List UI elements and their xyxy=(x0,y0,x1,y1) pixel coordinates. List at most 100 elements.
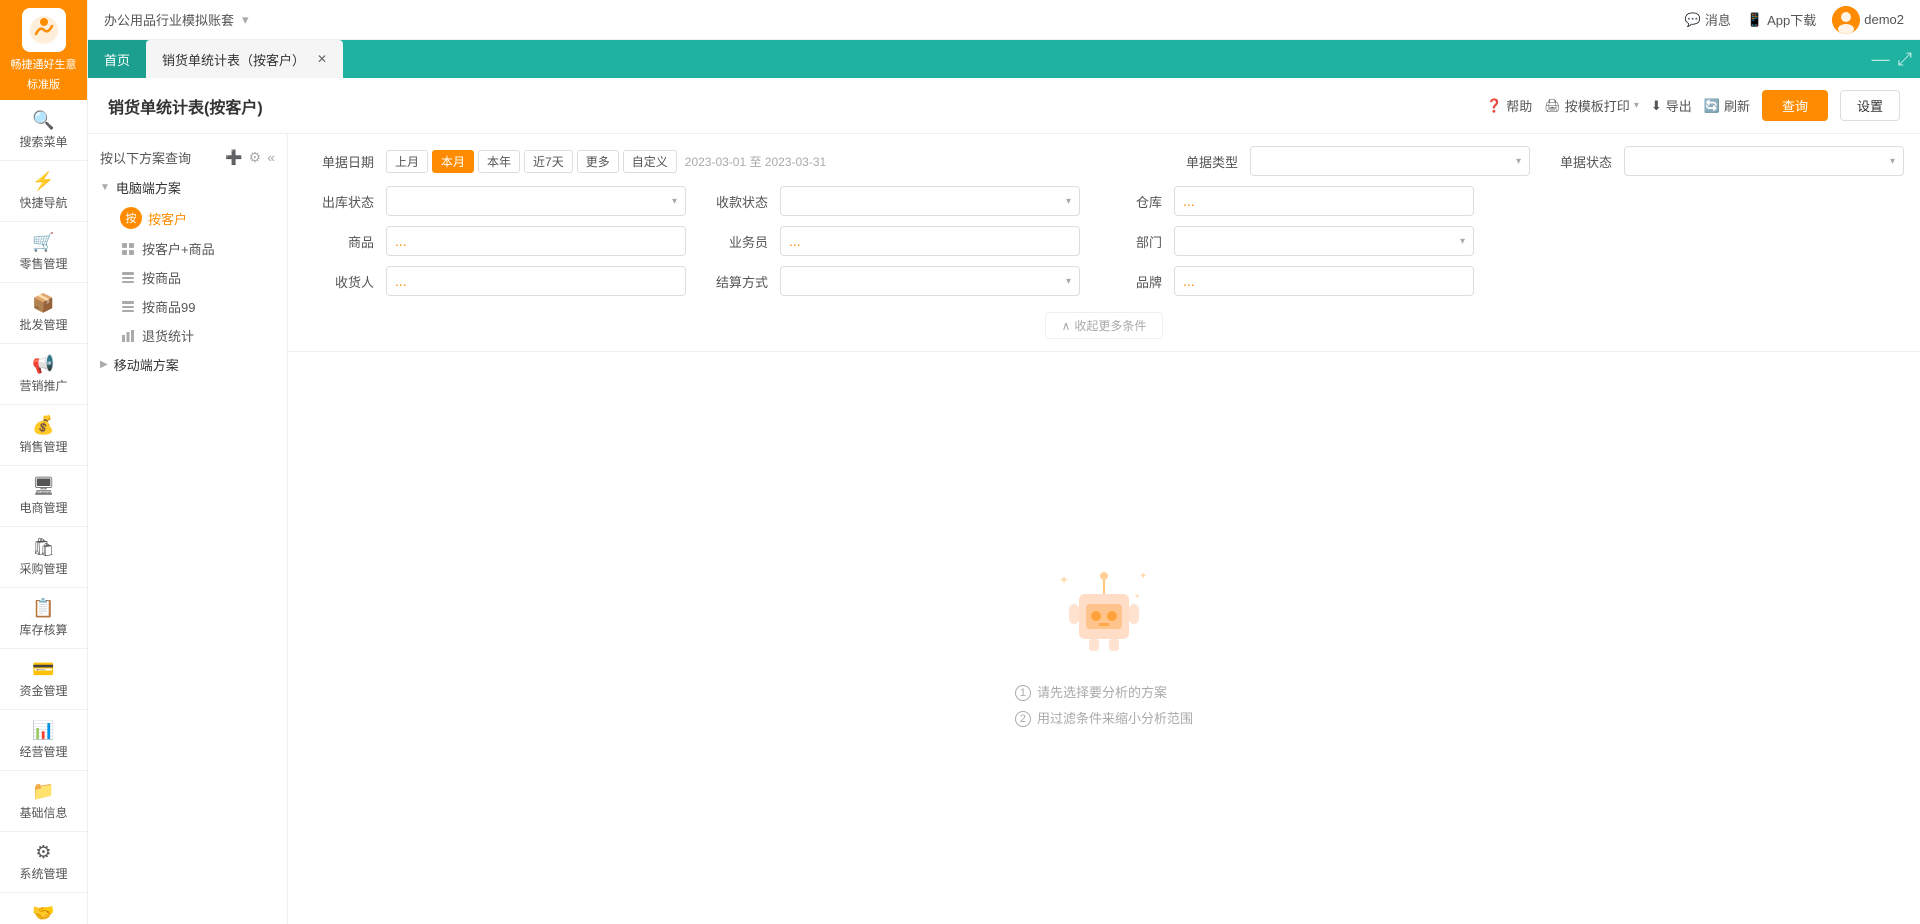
dept-label: 部门 xyxy=(1092,232,1162,251)
collapse-panel-button[interactable]: « xyxy=(267,149,275,166)
refresh-button[interactable]: 🔄 刷新 xyxy=(1704,96,1750,115)
dept-select[interactable]: ▾ xyxy=(1174,226,1474,256)
sidebar-item-operations[interactable]: 📊 经营管理 xyxy=(0,710,87,771)
message-label: 消息 xyxy=(1705,10,1731,29)
doc-status-arrow: ▾ xyxy=(1890,156,1895,167)
refresh-label: 刷新 xyxy=(1724,96,1750,115)
tab-minimize-icon[interactable]: — xyxy=(1872,49,1890,70)
receive-status-select[interactable]: ▾ xyxy=(780,186,1080,216)
receive-status-arrow: ▾ xyxy=(1066,196,1071,207)
basic-icon: 📁 xyxy=(32,781,54,802)
doc-status-select[interactable]: ▾ xyxy=(1624,146,1904,176)
avatar xyxy=(1832,6,1860,34)
top-bar: 办公用品行业模拟账套 ▾ 💬 消息 📱 App下载 demo2 xyxy=(88,0,1920,40)
shortcut-icon: ⚡ xyxy=(32,171,54,192)
brand-select[interactable]: ... xyxy=(1174,266,1474,296)
receive-status-label: 收款状态 xyxy=(698,192,768,211)
tree-item-by-product[interactable]: 按商品 xyxy=(100,263,287,292)
sidebar-item-ecommerce[interactable]: 🖥 电商管理 xyxy=(0,466,87,527)
empty-tip-2-text: 用过滤条件来缩小分析范围 xyxy=(1037,706,1193,732)
staff-select[interactable]: ... xyxy=(780,226,1080,256)
export-label: 导出 xyxy=(1666,96,1692,115)
grid-icon xyxy=(120,241,136,257)
app-download-button[interactable]: 📱 App下载 xyxy=(1747,10,1816,29)
filter-row-3: 商品 ... 业务员 ... 部门 ▾ xyxy=(304,226,1904,256)
company-dropdown-icon[interactable]: ▾ xyxy=(242,12,249,28)
filter-row-1: 单据日期 上月 本月 本年 近7天 更多 自定义 2023-03-01 至 20… xyxy=(304,146,1904,176)
dept-arrow: ▾ xyxy=(1460,236,1465,247)
product-select[interactable]: ... xyxy=(386,226,686,256)
staff-label: 业务员 xyxy=(698,232,768,251)
date-btn-this-year[interactable]: 本年 xyxy=(478,150,520,173)
sidebar-item-search[interactable]: 🔍 搜索菜单 xyxy=(0,100,87,161)
date-btn-more[interactable]: 更多 xyxy=(577,150,619,173)
sidebar-item-finance-label: 资金管理 xyxy=(19,682,67,699)
panel-title: 按以下方案查询 xyxy=(100,148,191,167)
tab-maximize-icon[interactable]: ⤢ xyxy=(1898,49,1912,70)
tab-bar: 首页 销货单统计表（按客户） ✕ — ⤢ xyxy=(88,40,1920,78)
tree-mobile-section[interactable]: ▶ 移动端方案 xyxy=(88,350,287,379)
out-status-arrow: ▾ xyxy=(672,196,677,207)
tree-item-by-product-99[interactable]: 按商品99 xyxy=(100,292,287,321)
out-status-select[interactable]: ▾ xyxy=(386,186,686,216)
tab-home[interactable]: 首页 xyxy=(88,40,146,78)
tab-close-button[interactable]: ✕ xyxy=(317,52,327,66)
empty-tip-1-text: 请先选择要分析的方案 xyxy=(1037,680,1167,706)
sidebar-item-shortcuts[interactable]: ⚡ 快捷导航 xyxy=(0,161,87,222)
empty-tips: 1 请先选择要分析的方案 2 用过滤条件来缩小分析范围 xyxy=(1015,680,1193,732)
tree-item-by-customer-product-label: 按客户+商品 xyxy=(142,239,215,258)
print-button[interactable]: 🖨 按模板打印 ▾ xyxy=(1544,96,1639,115)
sidebar-item-purchase[interactable]: 🛍 采购管理 xyxy=(0,527,87,588)
add-scheme-button[interactable]: ➕ xyxy=(225,149,242,166)
page-actions: ❓ 帮助 🖨 按模板打印 ▾ ⬇ 导出 🔄 刷新 查询 设置 xyxy=(1486,90,1900,133)
settings-button[interactable]: 设置 xyxy=(1840,90,1900,121)
help-button[interactable]: ❓ 帮助 xyxy=(1486,96,1532,115)
panel-header: 按以下方案查询 ➕ ⚙ « xyxy=(88,142,287,173)
sidebar-item-inventory[interactable]: 📋 库存核算 xyxy=(0,588,87,649)
message-button[interactable]: 💬 消息 xyxy=(1685,10,1731,29)
warehouse-select[interactable]: ... xyxy=(1174,186,1474,216)
brand-label: 品牌 xyxy=(1092,272,1162,291)
help-icon: ❓ xyxy=(1486,98,1502,114)
svg-text:✦: ✦ xyxy=(1134,592,1141,601)
doc-type-select[interactable]: ▾ xyxy=(1250,146,1530,176)
recipient-select[interactable]: ... xyxy=(386,266,686,296)
sidebar-item-retail[interactable]: 🛒 零售管理 xyxy=(0,222,87,283)
recipient-placeholder: ... xyxy=(395,273,407,289)
collapse-button[interactable]: ∧ 收起更多条件 xyxy=(1045,312,1164,339)
collapse-up-icon: ∧ xyxy=(1062,319,1071,333)
export-button[interactable]: ⬇ 导出 xyxy=(1651,96,1692,115)
sidebar-item-finance[interactable]: 💳 资金管理 xyxy=(0,649,87,710)
empty-tip-2: 2 用过滤条件来缩小分析范围 xyxy=(1015,706,1193,732)
sidebar-item-system[interactable]: ⚙ 系统管理 xyxy=(0,832,87,893)
date-btn-this-month[interactable]: 本月 xyxy=(432,150,474,173)
panel-icons: ➕ ⚙ « xyxy=(225,149,275,166)
left-panel: 按以下方案查询 ➕ ⚙ « ▼ 电脑端方案 按 按客户 xyxy=(88,134,288,924)
sidebar-item-wholesale[interactable]: 📦 批发管理 xyxy=(0,283,87,344)
sidebar-item-enterprise[interactable]: 🤝 企业协同 xyxy=(0,893,87,924)
date-btn-last-7[interactable]: 近7天 xyxy=(524,150,573,173)
sidebar-item-basic[interactable]: 📁 基础信息 xyxy=(0,771,87,832)
sidebar-item-wholesale-label: 批发管理 xyxy=(19,316,67,333)
settings-scheme-button[interactable]: ⚙ xyxy=(249,149,262,166)
tree-desktop-section[interactable]: ▼ 电脑端方案 xyxy=(88,173,287,202)
system-icon: ⚙ xyxy=(35,842,51,863)
tab-report[interactable]: 销货单统计表（按客户） ✕ xyxy=(146,40,343,78)
sales-icon: 💰 xyxy=(32,415,54,436)
print-label: 按模板打印 xyxy=(1565,96,1630,115)
sidebar-item-marketing[interactable]: 📢 营销推广 xyxy=(0,344,87,405)
sidebar-item-inventory-label: 库存核算 xyxy=(19,621,67,638)
sidebar-item-sales[interactable]: 💰 销售管理 xyxy=(0,405,87,466)
query-button[interactable]: 查询 xyxy=(1762,90,1828,121)
settle-select[interactable]: ▾ xyxy=(780,266,1080,296)
date-btn-custom[interactable]: 自定义 xyxy=(623,150,677,173)
date-btn-last-month[interactable]: 上月 xyxy=(386,150,428,173)
logo-area[interactable]: 畅捷通好生意 标准版 xyxy=(0,0,87,100)
tree-mobile-label: 移动端方案 xyxy=(114,355,179,374)
tree-item-by-customer[interactable]: 按 按客户 xyxy=(100,202,287,234)
top-bar-right: 💬 消息 📱 App下载 demo2 xyxy=(1685,6,1904,34)
user-area[interactable]: demo2 xyxy=(1832,6,1904,34)
filter-row-4: 收货人 ... 结算方式 ▾ 品牌 ... xyxy=(304,266,1904,296)
tree-item-by-customer-product[interactable]: 按客户+商品 xyxy=(100,234,287,263)
tree-item-return-stats[interactable]: 退货统计 xyxy=(100,321,287,350)
